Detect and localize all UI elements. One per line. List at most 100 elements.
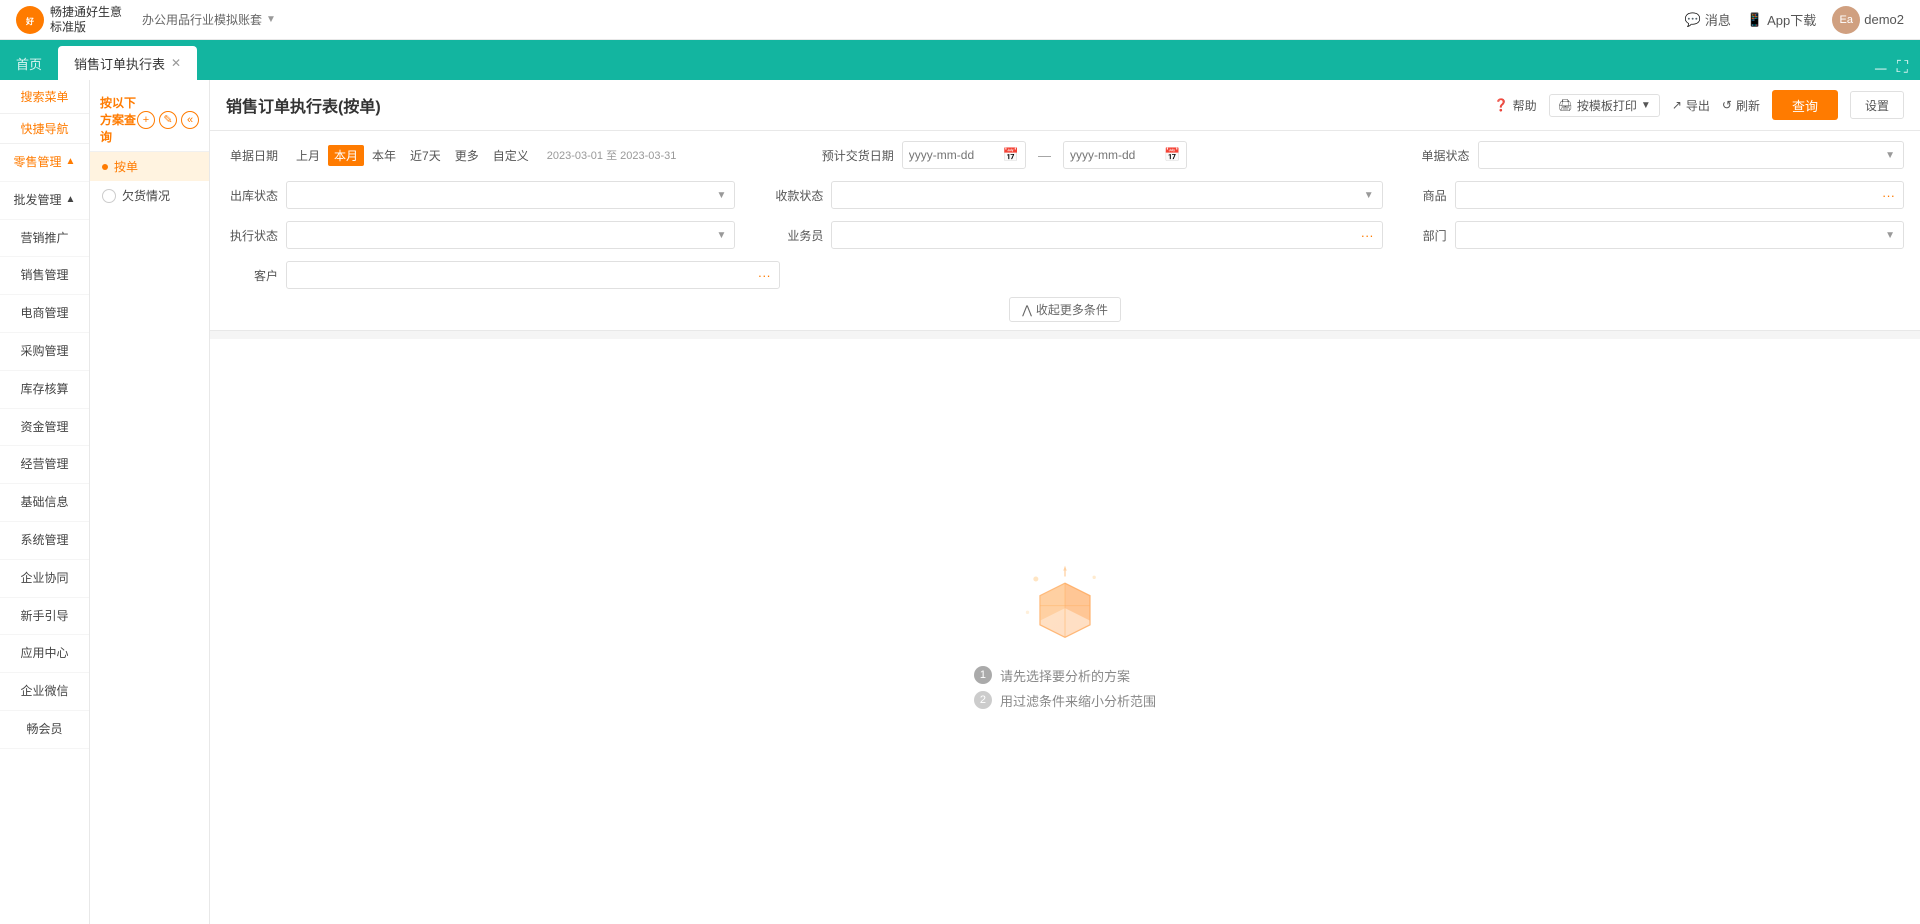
status-select[interactable]: ▼	[1478, 141, 1904, 169]
sidebar-item-system[interactable]: 系统管理	[0, 522, 89, 560]
page-title-row: 销售订单执行表(按单) ❓ 帮助 🖨 按模板打印 ▼ ↗	[226, 90, 1904, 120]
avatar: Ea	[1832, 6, 1860, 34]
date-tabs: 上月 本月 本年 近7天 更多 自定义	[290, 145, 535, 166]
tip-text-2: 用过滤条件来缩小分析范围	[1000, 691, 1156, 710]
sidebar-member-label: 畅会员	[26, 721, 62, 738]
printer-icon: 🖨	[1558, 98, 1573, 112]
sub-sidebar: 按以下方案查询 + ✎ « 按单 欠	[90, 80, 210, 924]
sidebar-item-basic[interactable]: 基础信息	[0, 484, 89, 522]
sub-collapse-btn[interactable]: «	[181, 111, 199, 129]
sidebar-purchase-label: 采购管理	[20, 343, 68, 360]
sidebar-item-marketing[interactable]: 营销推广	[0, 220, 89, 258]
sidebar-item-newbie[interactable]: 新手引导	[0, 598, 89, 636]
goods-label: 商品	[1395, 187, 1447, 204]
customer-select[interactable]: ···	[286, 261, 780, 289]
sub-item-shortage[interactable]: 欠货情况	[90, 181, 209, 210]
sub-header-actions: + ✎ «	[137, 111, 199, 129]
tab-home-label: 首页	[16, 54, 42, 73]
calendar-to-icon[interactable]: 📅	[1164, 147, 1180, 163]
sidebar-item-retail[interactable]: 零售管理 ▲	[0, 144, 89, 182]
salesperson-select[interactable]: ···	[831, 221, 1382, 249]
exec-select[interactable]: ▼	[286, 221, 735, 249]
settings-btn[interactable]: 设置	[1850, 91, 1904, 119]
sidebar-operation-label: 经营管理	[20, 456, 68, 473]
tab-minimize-icon[interactable]: －	[1873, 56, 1889, 80]
sidebar-item-sales-mgmt[interactable]: 销售管理	[0, 257, 89, 295]
date-tab-this-month[interactable]: 本月	[328, 145, 364, 166]
sidebar-item-app-center[interactable]: 应用中心	[0, 635, 89, 673]
sub-add-btn[interactable]: +	[137, 111, 155, 129]
outbound-select[interactable]: ▼	[286, 181, 735, 209]
user-area[interactable]: Ea demo2	[1832, 6, 1904, 34]
date-tab-custom[interactable]: 自定义	[487, 145, 535, 166]
empty-tip-1: 1 请先选择要分析的方案	[974, 666, 1156, 685]
print-btn[interactable]: 🖨 按模板打印 ▼	[1549, 94, 1660, 117]
sidebar-item-wechat[interactable]: 企业微信	[0, 673, 89, 711]
query-btn[interactable]: 查询	[1772, 90, 1838, 120]
filter-section: 单据日期 上月 本月 本年 近7天 更多 自定义 2023-03-01 至 20…	[210, 131, 1920, 289]
page-header: 销售订单执行表(按单) ❓ 帮助 🖨 按模板打印 ▼ ↗	[210, 80, 1920, 131]
message-btn[interactable]: 💬 消息	[1685, 10, 1731, 29]
sidebar-retail-label: 零售管理	[14, 154, 62, 171]
export-btn[interactable]: ↗ 导出	[1672, 97, 1710, 114]
tab-sales-order-label: 销售订单执行表	[74, 54, 165, 73]
tab-close-icon[interactable]: ✕	[171, 56, 181, 70]
sidebar-item-finance[interactable]: 资金管理	[0, 409, 89, 447]
sub-item-shortage-icon	[102, 189, 116, 203]
help-btn[interactable]: ❓ 帮助	[1494, 97, 1537, 114]
calendar-from-icon[interactable]: 📅	[1003, 147, 1019, 163]
sub-item-by-order[interactable]: 按单	[90, 152, 209, 181]
help-label: 帮助	[1513, 97, 1537, 114]
tab-home[interactable]: 首页	[0, 46, 58, 80]
filter-dept: 部门 ▼	[1395, 221, 1904, 249]
filter-date: 单据日期 上月 本月 本年 近7天 更多 自定义 2023-03-01 至 20…	[226, 145, 810, 166]
date-sep: —	[1034, 148, 1055, 163]
sidebar-item-wholesale[interactable]: 批发管理 ▲	[0, 182, 89, 220]
empty-tip-2: 2 用过滤条件来缩小分析范围	[974, 691, 1156, 710]
main-layout: 搜索菜单 快捷导航 零售管理 ▲ 批发管理 ▲ 营销推广 销售管理 电商管理 采…	[0, 80, 1920, 924]
sub-edit-btn[interactable]: ✎	[159, 111, 177, 129]
help-icon: ❓	[1494, 98, 1509, 112]
print-label: 按模板打印	[1577, 97, 1637, 114]
page-actions: ❓ 帮助 🖨 按模板打印 ▼ ↗ 导出 ↺	[1494, 90, 1904, 120]
logo-area: 好 畅捷通好生意 标准版	[16, 5, 122, 34]
filter-customer: 客户 ···	[226, 261, 780, 289]
goods-select[interactable]: ···	[1455, 181, 1904, 209]
forecast-from-input[interactable]	[909, 148, 999, 162]
sidebar-sales-mgmt-label: 销售管理	[20, 267, 68, 284]
message-label: 消息	[1705, 10, 1731, 29]
sidebar-item-member[interactable]: 畅会员	[0, 711, 89, 749]
sidebar-basic-label: 基础信息	[20, 494, 68, 511]
sidebar-item-inventory[interactable]: 库存核算	[0, 371, 89, 409]
sidebar-item-operation[interactable]: 经营管理	[0, 446, 89, 484]
collection-select[interactable]: ▼	[831, 181, 1382, 209]
refresh-btn[interactable]: ↺ 刷新	[1722, 97, 1760, 114]
date-tab-more[interactable]: 更多	[449, 145, 485, 166]
sidebar-item-collab[interactable]: 企业协同	[0, 560, 89, 598]
svg-text:好: 好	[25, 16, 34, 26]
tip-num-2: 2	[974, 691, 992, 709]
sidebar-finance-label: 资金管理	[20, 419, 68, 436]
sidebar-item-ecommerce[interactable]: 电商管理	[0, 295, 89, 333]
salesperson-dots-icon: ···	[1361, 228, 1374, 243]
date-tab-this-year[interactable]: 本年	[366, 145, 402, 166]
sidebar-item-purchase[interactable]: 采购管理	[0, 333, 89, 371]
tab-maximize-icon[interactable]: ⛶	[1897, 59, 1908, 77]
date-tab-last-month[interactable]: 上月	[290, 145, 326, 166]
app-download-btn[interactable]: 📱 App下载	[1747, 10, 1816, 29]
collapse-row: ⋀ 收起更多条件	[210, 289, 1920, 331]
goods-dots-icon: ···	[1882, 188, 1895, 203]
dept-select[interactable]: ▼	[1455, 221, 1904, 249]
sidebar-nav[interactable]: 快捷导航	[0, 114, 89, 144]
sidebar-search[interactable]: 搜索菜单	[0, 80, 89, 114]
tab-sales-order[interactable]: 销售订单执行表 ✕	[58, 46, 197, 80]
collapse-btn[interactable]: ⋀ 收起更多条件	[1009, 297, 1121, 322]
collection-label: 收款状态	[771, 187, 823, 204]
user-name: demo2	[1864, 12, 1904, 27]
date-tab-7days[interactable]: 近7天	[404, 145, 447, 166]
sidebar-wholesale-label: 批发管理	[14, 192, 62, 209]
forecast-to-input[interactable]	[1070, 148, 1160, 162]
tip-num-1: 1	[974, 666, 992, 684]
outbound-arrow-icon: ▼	[716, 190, 726, 201]
breadcrumb[interactable]: 办公用品行业模拟账套 ▼	[142, 11, 276, 28]
